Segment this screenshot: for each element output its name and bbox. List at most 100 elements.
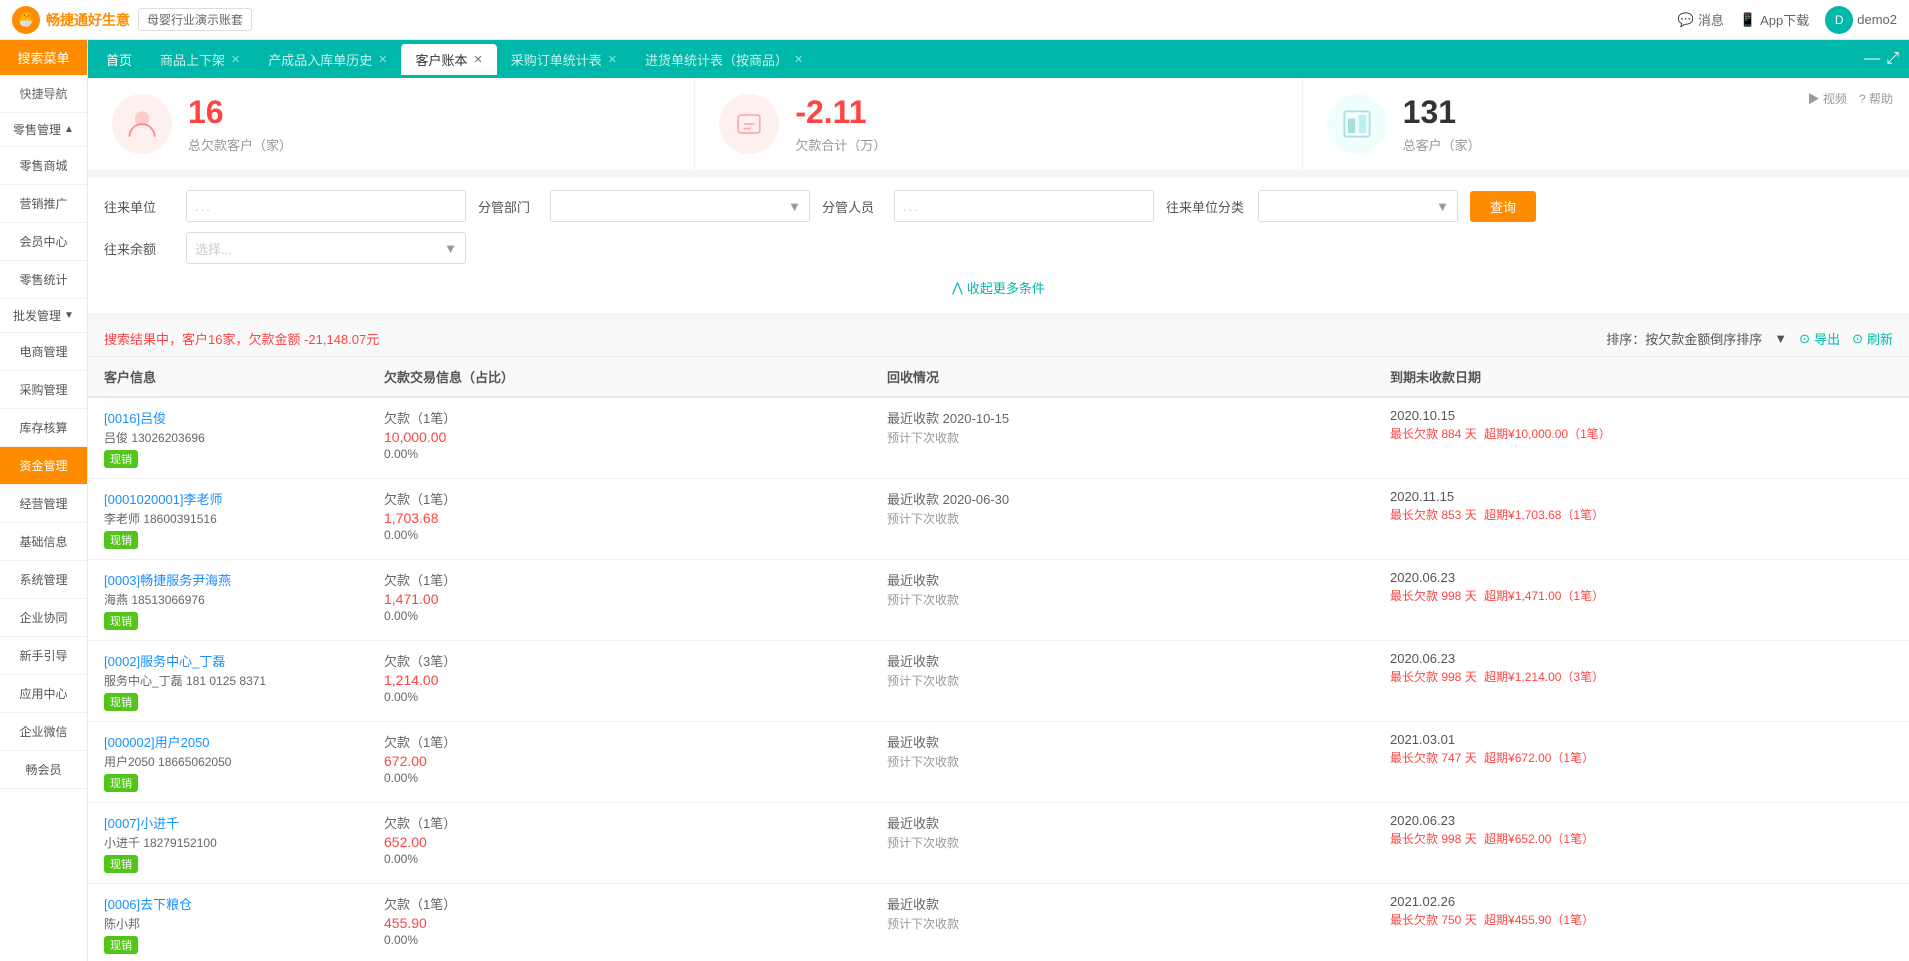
- sidebar-item-wecom[interactable]: 企业微信: [0, 713, 87, 751]
- tabs-expand-icon[interactable]: ⤢: [1886, 50, 1899, 68]
- sidebar-item-business[interactable]: 经营管理: [0, 485, 87, 523]
- inventory-label: 库存核算: [19, 419, 67, 436]
- sidebar-item-member[interactable]: 会员中心: [0, 223, 87, 261]
- user-menu[interactable]: D demo2: [1825, 6, 1897, 34]
- tab-production-history[interactable]: 产成品入库单历史 ✕: [254, 44, 401, 75]
- tab-products[interactable]: 商品上下架 ✕: [146, 44, 254, 75]
- overdue-amount-2[interactable]: 超期¥1,471.00（1笔）: [1484, 589, 1604, 603]
- customer-phone-1: 李老师 18600391516: [104, 510, 384, 527]
- overdue-1: 最长欠款 853 天 超期¥1,703.68（1笔）: [1390, 506, 1893, 523]
- overdue-days-5: 最长欠款 998 天: [1390, 832, 1477, 846]
- collapse-button[interactable]: ⋀ 收起更多条件: [952, 278, 1045, 297]
- sidebar-item-finance[interactable]: 资金管理: [0, 447, 87, 485]
- close-products-tab-icon[interactable]: ✕: [231, 53, 240, 66]
- latest-payment-6: 最近收款: [887, 894, 1390, 913]
- customer-name-2[interactable]: [0003]畅捷服务尹海燕: [104, 570, 384, 589]
- sidebar-item-retail-mgmt[interactable]: 零售管理 ▲: [0, 113, 87, 147]
- customer-name-3[interactable]: [0002]服务中心_丁磊: [104, 651, 384, 670]
- overdue-amount-0[interactable]: 超期¥10,000.00（1笔）: [1484, 427, 1611, 441]
- manager-input[interactable]: ...: [894, 190, 1154, 222]
- tabs-collapse-icon[interactable]: —: [1864, 50, 1880, 68]
- customer-phone-6: 陈小邦: [104, 915, 384, 932]
- app-download-button[interactable]: 📱 App下载: [1740, 10, 1809, 29]
- customer-name-1[interactable]: [0001020001]李老师: [104, 489, 384, 508]
- export-button[interactable]: ⊙ 导出: [1799, 329, 1840, 348]
- sidebar-item-apps[interactable]: 应用中心: [0, 675, 87, 713]
- company-selector[interactable]: 母婴行业演示账套: [138, 8, 252, 31]
- sidebar-item-nav[interactable]: 快捷导航: [0, 75, 87, 113]
- sidebar-item-marketing[interactable]: 营销推广: [0, 185, 87, 223]
- balance-select[interactable]: 选择... ▼: [186, 232, 466, 264]
- wecom-label: 企业微信: [19, 723, 67, 740]
- debt-info-cell: 欠款（1笔） 455.90 0.00%: [384, 894, 887, 947]
- table-header: 客户信息 欠款交易信息（占比） 回收情况 到期未收款日期: [88, 357, 1909, 398]
- customer-info-cell: [000002]用户2050 用户2050 18665062050 现销: [104, 732, 384, 792]
- debt-info-cell: 欠款（1笔） 1,703.68 0.00%: [384, 489, 887, 542]
- logo-icon: 🐣: [12, 6, 40, 34]
- sort-label[interactable]: 排序：按欠款金额倒序排序: [1606, 329, 1762, 348]
- overdue-amount-4[interactable]: 超期¥672.00（1笔）: [1484, 751, 1594, 765]
- filter-row-2: 往来余额 选择... ▼: [104, 232, 1893, 264]
- sidebar-item-inventory[interactable]: 库存核算: [0, 409, 87, 447]
- refresh-button[interactable]: ⊙ 刷新: [1852, 329, 1893, 348]
- message-button[interactable]: 💬 消息: [1678, 10, 1724, 29]
- overdue-6: 最长欠款 750 天 超期¥455.90（1笔）: [1390, 911, 1893, 928]
- view-video-button[interactable]: ▶ 视频: [1808, 90, 1847, 107]
- query-button[interactable]: 查询: [1470, 191, 1536, 222]
- customer-unit-input[interactable]: ...: [186, 190, 466, 222]
- customer-name-5[interactable]: [0007]小进千: [104, 813, 384, 832]
- sidebar-search[interactable]: 搜索菜单: [0, 40, 87, 75]
- close-production-history-tab-icon[interactable]: ✕: [378, 53, 387, 66]
- help-button[interactable]: ? 帮助: [1859, 90, 1893, 107]
- overdue-days-0: 最长欠款 884 天: [1390, 427, 1477, 441]
- debt-percent-1: 0.00%: [384, 528, 887, 542]
- sidebar-item-guide[interactable]: 新手引导: [0, 637, 87, 675]
- sidebar-item-purchase[interactable]: 采购管理: [0, 371, 87, 409]
- overdue-4: 最长欠款 747 天 超期¥672.00（1笔）: [1390, 749, 1893, 766]
- sidebar-item-retail-stats[interactable]: 零售统计: [0, 261, 87, 299]
- customer-phone-3: 服务中心_丁磊 181 0125 8371: [104, 672, 384, 689]
- customer-name-6[interactable]: [0006]去下粮仓: [104, 894, 384, 913]
- debt-info-cell: 欠款（3笔） 1,214.00 0.00%: [384, 651, 887, 704]
- finance-label: 资金管理: [19, 457, 67, 474]
- customer-name-0[interactable]: [0016]吕俊: [104, 408, 384, 427]
- logo-area: 🐣 畅捷通好生意: [12, 6, 130, 34]
- sidebar-item-vip[interactable]: 畅会员: [0, 751, 87, 789]
- sidebar-item-enterprise[interactable]: 企业协同: [0, 599, 87, 637]
- sidebar-item-batch-mgmt[interactable]: 批发管理 ▼: [0, 299, 87, 333]
- avatar: D: [1825, 6, 1853, 34]
- tabs-bar-actions: — ⤢: [1864, 50, 1905, 68]
- overdue-amount-1[interactable]: 超期¥1,703.68（1笔）: [1484, 508, 1604, 522]
- header-customer-info: 客户信息: [104, 367, 384, 386]
- tab-purchase-stats[interactable]: 采购订单统计表 ✕: [497, 44, 631, 75]
- sidebar-item-system[interactable]: 系统管理: [0, 561, 87, 599]
- chevron-up-icon: ⋀: [952, 280, 963, 296]
- dept-arrow-icon: ▼: [788, 199, 801, 214]
- overdue-amount-3[interactable]: 超期¥1,214.00（3笔）: [1484, 670, 1604, 684]
- due-date-6: 2021.02.26: [1390, 894, 1893, 909]
- overdue-amount-5[interactable]: 超期¥652.00（1笔）: [1484, 832, 1594, 846]
- tab-home[interactable]: 首页: [92, 44, 146, 75]
- overdue-amount-6[interactable]: 超期¥455.90（1笔）: [1484, 913, 1594, 927]
- sort-arrow-icon: ▼: [1774, 331, 1787, 346]
- close-purchase-stats-tab-icon[interactable]: ✕: [608, 53, 617, 66]
- sidebar-item-basic[interactable]: 基础信息: [0, 523, 87, 561]
- top-bar-left: 🐣 畅捷通好生意 母婴行业演示账套: [12, 6, 252, 34]
- customer-name-4[interactable]: [000002]用户2050: [104, 732, 384, 751]
- next-payment-2: 预计下次收款: [887, 591, 1390, 608]
- message-label: 消息: [1698, 10, 1724, 29]
- customer-tag-3: 现销: [104, 693, 138, 711]
- tab-import-stats[interactable]: 进货单统计表（按商品） ✕: [631, 44, 817, 75]
- main-layout: 搜索菜单 快捷导航 零售管理 ▲ 零售商城 营销推广 会员中心 零售统计 批发管…: [0, 40, 1909, 961]
- close-customer-account-tab-icon[interactable]: ✕: [474, 53, 483, 66]
- dept-select[interactable]: ▼: [550, 190, 810, 222]
- phone-icon: 📱: [1740, 12, 1756, 28]
- category-select[interactable]: ▼: [1258, 190, 1458, 222]
- sidebar-item-retail-mall[interactable]: 零售商城: [0, 147, 87, 185]
- tab-customer-account[interactable]: 客户账本 ✕: [401, 44, 496, 75]
- close-import-stats-tab-icon[interactable]: ✕: [794, 53, 803, 66]
- sidebar-item-ecommerce[interactable]: 电商管理: [0, 333, 87, 371]
- debt-amount-5: 652.00: [384, 834, 887, 850]
- help-label: 帮助: [1869, 92, 1893, 106]
- table-row: [0007]小进千 小进千 18279152100 现销 欠款（1笔） 652.…: [88, 803, 1909, 884]
